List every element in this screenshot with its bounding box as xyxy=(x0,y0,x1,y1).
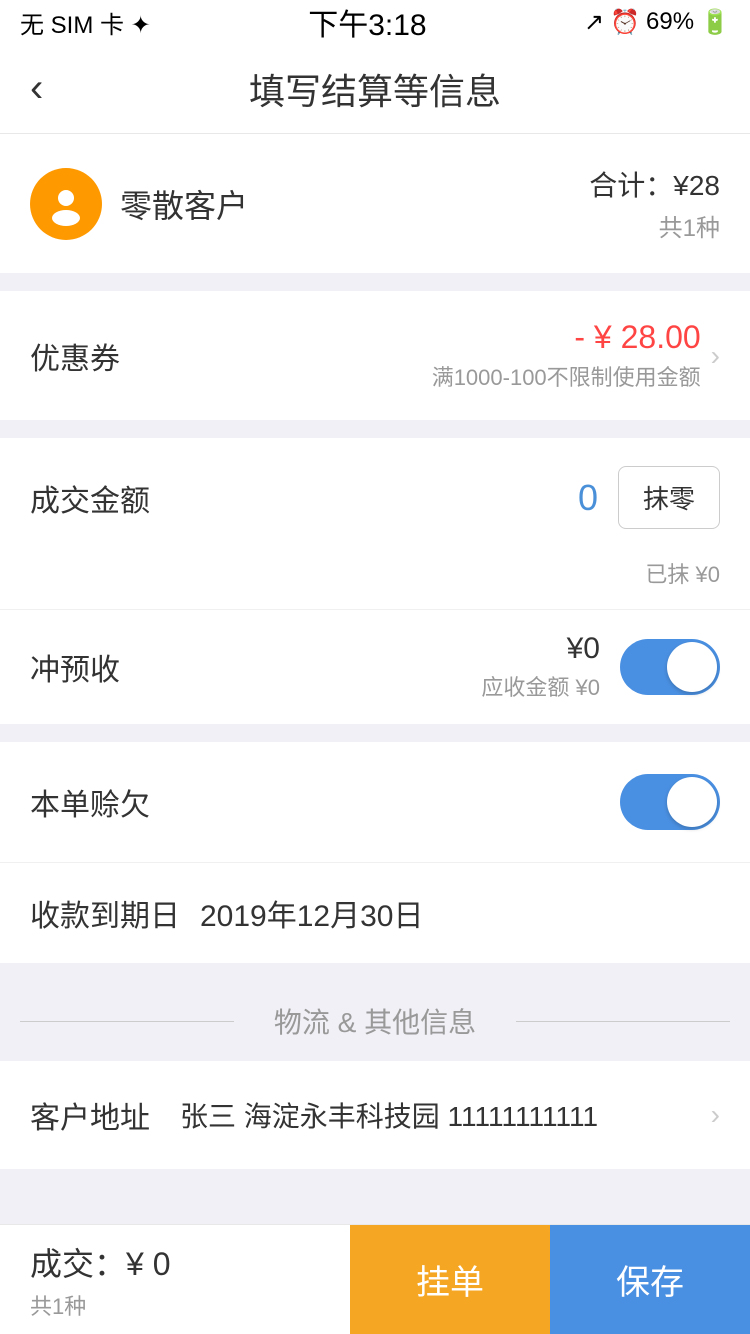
user-icon xyxy=(44,182,88,226)
coupon-desc: 满1000-100不限制使用金额 xyxy=(432,360,701,392)
back-button[interactable]: ‹ xyxy=(30,66,43,111)
customer-name: 零散客户 xyxy=(120,181,248,227)
prepaid-label: 冲预收 xyxy=(30,645,120,689)
already-deducted: 已抹 ¥0 xyxy=(0,557,750,609)
transaction-right: 0 抹零 xyxy=(578,466,720,529)
arrears-label: 本单赊欠 xyxy=(30,780,150,824)
customer-row: 零散客户 合计：¥28 共1种 xyxy=(0,134,750,273)
customer-summary: 合计：¥28 共1种 xyxy=(589,164,720,243)
avatar xyxy=(30,168,102,240)
prepaid-value: ¥0 xyxy=(481,632,600,666)
bottom-deal: 成交：¥ 0 xyxy=(30,1239,320,1285)
toggle-thumb xyxy=(667,642,717,692)
coupon-right[interactable]: - ¥ 28.00 满1000-100不限制使用金额 › xyxy=(432,319,720,392)
status-left: 无 SIM 卡 ✦ xyxy=(20,5,151,40)
transaction-label: 成交金额 xyxy=(30,476,150,520)
battery-icon: 🔋 xyxy=(700,8,730,37)
status-right: ↗ ⏰ 69% 🔋 xyxy=(584,8,730,37)
status-bar: 无 SIM 卡 ✦ 下午3:18 ↗ ⏰ 69% 🔋 xyxy=(0,0,750,44)
coupon-label: 优惠券 xyxy=(30,334,120,378)
save-button[interactable]: 保存 xyxy=(550,1225,750,1334)
round-button[interactable]: 抹零 xyxy=(618,466,720,529)
customer-left: 零散客户 xyxy=(30,168,248,240)
suspend-button[interactable]: 挂单 xyxy=(350,1225,550,1334)
battery-text: 69% xyxy=(646,8,694,36)
coupon-amount: - ¥ 28.00 xyxy=(432,319,701,356)
prepaid-right: ¥0 应收金额 ¥0 xyxy=(481,632,720,702)
address-label: 客户地址 xyxy=(30,1093,150,1137)
prepaid-amounts: ¥0 应收金额 ¥0 xyxy=(481,632,600,702)
customer-section: 零散客户 合计：¥28 共1种 xyxy=(0,134,750,273)
transaction-value: 0 xyxy=(578,477,598,519)
coupon-section[interactable]: 优惠券 - ¥ 28.00 满1000-100不限制使用金额 › xyxy=(0,291,750,420)
signal-text: 无 SIM 卡 ✦ xyxy=(20,5,151,40)
deal-value: ¥ 0 xyxy=(126,1246,170,1282)
prepaid-toggle[interactable] xyxy=(620,639,720,695)
location-icon: ↗ xyxy=(584,8,604,37)
due-date-value: 2019年12月30日 xyxy=(200,891,423,935)
alarm-icon: ⏰ xyxy=(610,8,640,37)
prepaid-receivable: 应收金额 ¥0 xyxy=(481,670,600,702)
arrears-toggle[interactable] xyxy=(620,774,720,830)
bottom-summary: 成交：¥ 0 共1种 xyxy=(0,1239,350,1321)
address-section: 客户地址 张三 海淀永丰科技园 11111111111 › xyxy=(0,1061,750,1169)
status-time: 下午3:18 xyxy=(308,0,426,44)
logistics-label: 物流 & 其他信息 xyxy=(274,1001,476,1041)
transaction-row: 成交金额 0 抹零 xyxy=(0,438,750,557)
divider-right xyxy=(516,1021,730,1022)
arrears-toggle-thumb xyxy=(667,777,717,827)
divider-left xyxy=(20,1021,234,1022)
prepaid-row: 冲预收 ¥0 应收金额 ¥0 xyxy=(0,609,750,724)
address-row[interactable]: 客户地址 张三 海淀永丰科技园 11111111111 › xyxy=(0,1061,750,1169)
address-value: 张三 海淀永丰科技园 11111111111 xyxy=(180,1095,711,1135)
coupon-content: - ¥ 28.00 满1000-100不限制使用金额 xyxy=(432,319,701,392)
due-date-row: 收款到期日 2019年12月30日 xyxy=(0,862,750,963)
address-chevron-icon: › xyxy=(711,1099,720,1131)
chevron-right-icon: › xyxy=(711,340,720,372)
arrears-row: 本单赊欠 xyxy=(0,742,750,862)
total-count: 共1种 xyxy=(589,208,720,243)
transaction-section: 成交金额 0 抹零 已抹 ¥0 冲预收 ¥0 应收金额 ¥0 xyxy=(0,438,750,724)
arrears-section: 本单赊欠 收款到期日 2019年12月30日 xyxy=(0,742,750,963)
coupon-row[interactable]: 优惠券 - ¥ 28.00 满1000-100不限制使用金额 › xyxy=(0,291,750,420)
due-date-label: 收款到期日 xyxy=(30,891,180,935)
bottom-count: 共1种 xyxy=(30,1289,320,1321)
logistics-header: 物流 & 其他信息 xyxy=(0,981,750,1061)
bottom-bar: 成交：¥ 0 共1种 挂单 保存 xyxy=(0,1224,750,1334)
nav-bar: ‹ 填写结算等信息 xyxy=(0,44,750,134)
page-title: 填写结算等信息 xyxy=(249,63,501,115)
deal-label: 成交： xyxy=(30,1246,126,1282)
total-label: 合计：¥28 xyxy=(589,164,720,204)
